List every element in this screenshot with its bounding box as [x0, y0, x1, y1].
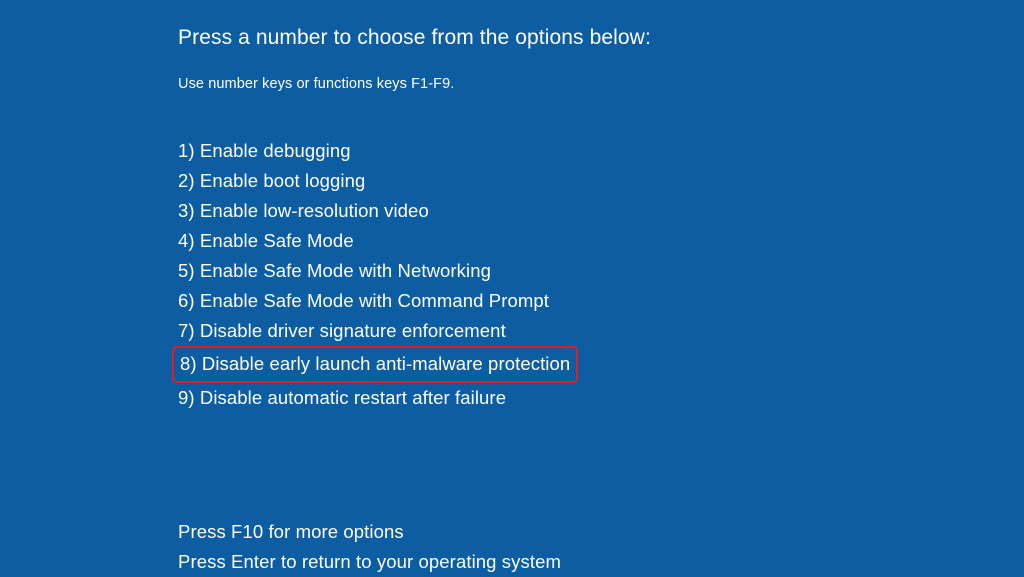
instruction-subheading: Use number keys or functions keys F1-F9. [178, 76, 1024, 92]
option-label: 7) Disable driver signature enforcement [178, 316, 506, 346]
option-label: 5) Enable Safe Mode with Networking [178, 256, 491, 286]
option-label: 4) Enable Safe Mode [178, 226, 354, 256]
option-label: 6) Enable Safe Mode with Command Prompt [178, 286, 549, 316]
option-label: 1) Enable debugging [178, 136, 351, 166]
option-label: 3) Enable low-resolution video [178, 196, 429, 226]
option-item[interactable]: 3) Enable low-resolution video [178, 196, 1024, 226]
option-item-highlighted[interactable]: 8) Disable early launch anti-malware pro… [178, 346, 1024, 383]
footer-instructions: Press F10 for more options Press Enter t… [178, 517, 1024, 577]
instruction-heading: Press a number to choose from the option… [178, 26, 1024, 50]
option-item[interactable]: 9) Disable automatic restart after failu… [178, 383, 1024, 413]
option-item[interactable]: 7) Disable driver signature enforcement [178, 316, 1024, 346]
option-label: 8) Disable early launch anti-malware pro… [172, 346, 578, 383]
option-item[interactable]: 2) Enable boot logging [178, 166, 1024, 196]
option-item[interactable]: 5) Enable Safe Mode with Networking [178, 256, 1024, 286]
option-item[interactable]: 6) Enable Safe Mode with Command Prompt [178, 286, 1024, 316]
option-item[interactable]: 1) Enable debugging [178, 136, 1024, 166]
footer-line: Press F10 for more options [178, 517, 404, 547]
option-item[interactable]: 4) Enable Safe Mode [178, 226, 1024, 256]
footer-line: Press Enter to return to your operating … [178, 547, 561, 577]
option-label: 9) Disable automatic restart after failu… [178, 383, 506, 413]
options-list: 1) Enable debugging 2) Enable boot loggi… [178, 136, 1024, 413]
option-label: 2) Enable boot logging [178, 166, 365, 196]
